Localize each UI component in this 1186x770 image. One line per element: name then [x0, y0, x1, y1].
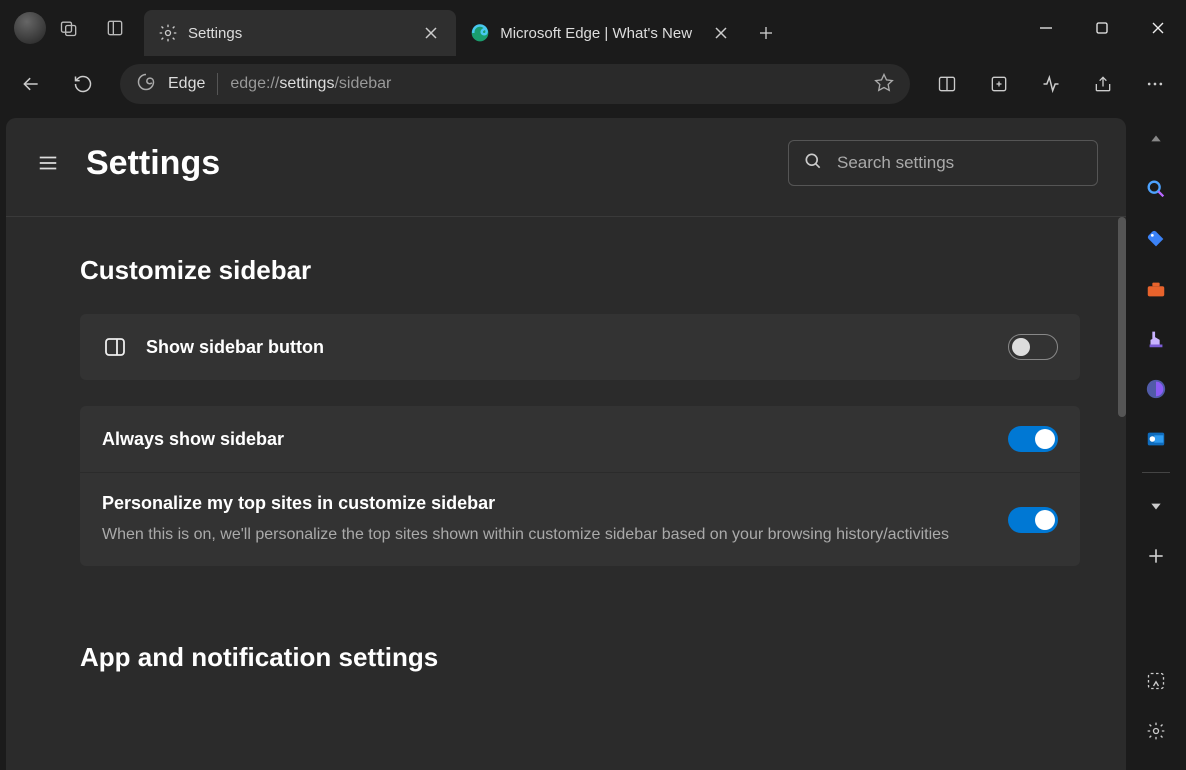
window-titlebar: Settings Microsoft Edge | What's New [0, 0, 1186, 56]
settings-search[interactable] [788, 140, 1098, 186]
row-description: When this is on, we'll personalize the t… [102, 524, 990, 546]
row-label: Show sidebar button [146, 337, 990, 358]
row-always-show-sidebar: Always show sidebar [80, 406, 1080, 472]
toggle-always-show-sidebar[interactable] [1008, 426, 1058, 452]
edge-icon [470, 23, 490, 43]
sidebar-search-icon[interactable] [1135, 168, 1177, 210]
card-group-sidebar-options: Always show sidebar Personalize my top s… [80, 406, 1080, 566]
maximize-button[interactable] [1074, 0, 1130, 56]
window-controls [1018, 0, 1186, 56]
favorite-star-icon[interactable] [874, 72, 894, 97]
split-screen-button[interactable] [924, 62, 970, 106]
more-menu-button[interactable] [1132, 62, 1178, 106]
new-tab-button[interactable] [746, 10, 786, 56]
close-tab-icon[interactable] [710, 22, 732, 44]
sidebar-expand-down-icon[interactable] [1135, 485, 1177, 527]
scrollbar-thumb[interactable] [1118, 217, 1126, 417]
close-window-button[interactable] [1130, 0, 1186, 56]
browser-sidebar [1126, 112, 1186, 770]
collections-button[interactable] [976, 62, 1022, 106]
row-label: Personalize my top sites in customize si… [102, 493, 990, 514]
gear-icon [158, 23, 178, 43]
sidebar-settings-gear-icon[interactable] [1135, 710, 1177, 752]
sidebar-outlook-icon[interactable] [1135, 418, 1177, 460]
page-title: Settings [86, 144, 788, 183]
address-separator [217, 73, 218, 95]
address-url: edge://settings/sidebar [230, 75, 391, 93]
tab-whats-new[interactable]: Microsoft Edge | What's New [456, 10, 746, 56]
toggle-show-sidebar-button[interactable] [1008, 334, 1058, 360]
sidebar-collapse-up-icon[interactable] [1135, 118, 1177, 160]
settings-body: Customize sidebar Show sidebar button Al… [6, 217, 1126, 770]
workspaces-icon[interactable] [46, 0, 92, 56]
row-show-sidebar-button: Show sidebar button [80, 314, 1080, 380]
close-tab-icon[interactable] [420, 22, 442, 44]
tab-actions-icon[interactable] [92, 0, 138, 56]
settings-page: Settings Customize sidebar Show sidebar [6, 118, 1126, 770]
profile-avatar[interactable] [14, 12, 46, 44]
menu-hamburger-button[interactable] [34, 149, 62, 177]
address-scheme: Edge [168, 75, 205, 93]
tab-settings[interactable]: Settings [144, 10, 456, 56]
card-group-show-sidebar: Show sidebar button [80, 314, 1080, 380]
sidebar-add-icon[interactable] [1135, 535, 1177, 577]
back-button[interactable] [8, 62, 54, 106]
sidebar-shopping-icon[interactable] [1135, 218, 1177, 260]
settings-header: Settings [6, 118, 1126, 217]
toggle-personalize-top-sites[interactable] [1008, 507, 1058, 533]
section-heading-app-notification: App and notification settings [80, 642, 1108, 673]
share-button[interactable] [1080, 62, 1126, 106]
row-label: Always show sidebar [102, 429, 990, 450]
minimize-button[interactable] [1018, 0, 1074, 56]
browser-toolbar: Edge edge://settings/sidebar [0, 56, 1186, 112]
search-icon [803, 151, 823, 176]
row-personalize-top-sites: Personalize my top sites in customize si… [80, 472, 1080, 566]
tab-label: Microsoft Edge | What's New [500, 25, 692, 42]
settings-search-input[interactable] [837, 153, 1083, 173]
tab-strip: Settings Microsoft Edge | What's New [144, 0, 1018, 56]
section-heading-customize-sidebar: Customize sidebar [80, 255, 1108, 286]
edge-swirl-icon [136, 72, 156, 97]
sidebar-games-icon[interactable] [1135, 318, 1177, 360]
sidebar-panel-icon [102, 334, 128, 360]
sidebar-m365-icon[interactable] [1135, 368, 1177, 410]
sidebar-screenshot-icon[interactable] [1135, 660, 1177, 702]
address-bar[interactable]: Edge edge://settings/sidebar [120, 64, 910, 104]
performance-button[interactable] [1028, 62, 1074, 106]
sidebar-tools-icon[interactable] [1135, 268, 1177, 310]
refresh-button[interactable] [60, 62, 106, 106]
tab-label: Settings [188, 25, 242, 42]
